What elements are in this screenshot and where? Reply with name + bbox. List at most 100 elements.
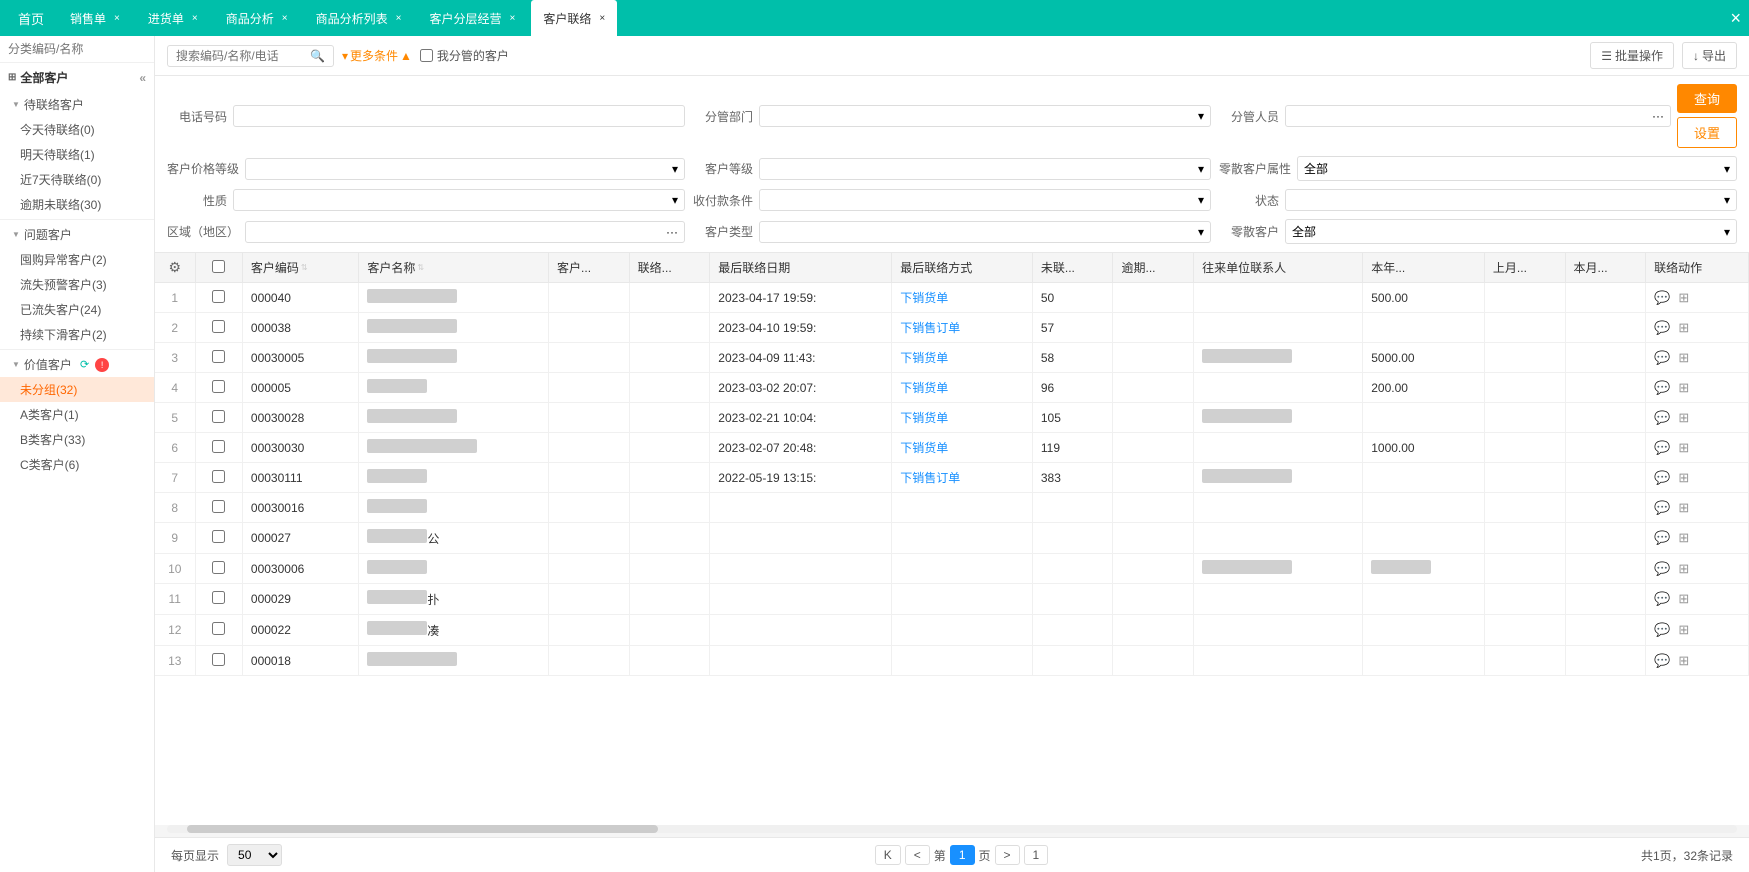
sidebar-group-value[interactable]: ▼ 价值客户 ⟳ ! <box>0 352 154 377</box>
nav-tab-analysis-list-close[interactable]: × <box>396 13 402 24</box>
sidebar-item-churned[interactable]: 已流失客户(24) <box>0 297 154 322</box>
nav-tab-sales[interactable]: 销售单 × <box>58 0 132 36</box>
apps-icon[interactable]: ⊞ <box>1678 320 1689 336</box>
payment-select[interactable]: ▾ <box>759 189 1211 211</box>
apps-icon[interactable]: ⊞ <box>1678 653 1689 669</box>
nature-select[interactable]: ▾ <box>233 189 685 211</box>
apps-icon[interactable]: ⊞ <box>1678 591 1689 607</box>
row-checkbox[interactable] <box>212 561 225 574</box>
nav-tab-analysis-list[interactable]: 商品分析列表 × <box>304 0 414 36</box>
comment-icon[interactable]: 💬 <box>1654 622 1670 638</box>
nav-tab-sales-close[interactable]: × <box>114 13 120 24</box>
row-checkbox[interactable] <box>212 470 225 483</box>
current-page-button[interactable]: 1 <box>950 845 975 865</box>
nav-home[interactable]: 首页 <box>8 0 54 36</box>
apps-icon[interactable]: ⊞ <box>1678 440 1689 456</box>
comment-icon[interactable]: 💬 <box>1654 653 1670 669</box>
retail-attr-select[interactable]: 全部▾ <box>1297 156 1737 181</box>
nav-tab-analysis[interactable]: 商品分析 × <box>214 0 300 36</box>
last-page-button[interactable]: 1 <box>1024 845 1049 865</box>
row-checkbox[interactable] <box>212 530 225 543</box>
sidebar-item-unclassified[interactable]: 未分组(32) <box>0 377 154 402</box>
next-page-button[interactable]: > <box>995 845 1020 865</box>
nav-tab-customer-segment[interactable]: 客户分层经营 × <box>417 0 527 36</box>
sidebar-search-input[interactable] <box>8 42 155 56</box>
comment-icon[interactable]: 💬 <box>1654 380 1670 396</box>
sidebar-item-class-a[interactable]: A类客户(1) <box>0 402 154 427</box>
nav-tab-customer-segment-close[interactable]: × <box>509 13 515 24</box>
sidebar-item-class-c[interactable]: C类客户(6) <box>0 452 154 477</box>
row-checkbox[interactable] <box>212 380 225 393</box>
apps-icon[interactable]: ⊞ <box>1678 470 1689 486</box>
sidebar-item-declining[interactable]: 持续下滑客户(2) <box>0 322 154 347</box>
reset-button[interactable]: 设置 <box>1677 117 1737 148</box>
first-page-button[interactable]: K <box>875 845 901 865</box>
nav-tab-customer-contact[interactable]: 客户联络 × <box>531 0 617 36</box>
page-size-select[interactable]: 50 100 200 <box>227 844 282 866</box>
prev-page-button[interactable]: < <box>905 845 930 865</box>
status-select[interactable]: ▾ <box>1285 189 1737 211</box>
my-customers-checkbox[interactable] <box>420 49 433 62</box>
nav-tab-purchase[interactable]: 进货单 × <box>136 0 210 36</box>
sidebar-group-problem[interactable]: ▼ 问题客户 <box>0 222 154 247</box>
price-level-select[interactable]: ▾ <box>245 158 685 180</box>
row-checkbox[interactable] <box>212 440 225 453</box>
row-checkbox[interactable] <box>212 410 225 423</box>
horizontal-scrollbar[interactable] <box>167 825 1737 833</box>
phone-input[interactable] <box>233 105 685 127</box>
query-button[interactable]: 查询 <box>1677 84 1737 113</box>
last-method-link[interactable]: 下销货单 <box>900 411 948 425</box>
sidebar-collapse-icon[interactable]: « <box>139 71 146 85</box>
customer-type-select[interactable]: ▾ <box>759 221 1211 243</box>
refresh-icon[interactable]: ⟳ <box>80 358 89 371</box>
sidebar-item-today[interactable]: 今天待联络(0) <box>0 117 154 142</box>
comment-icon[interactable]: 💬 <box>1654 561 1670 577</box>
nav-tab-purchase-close[interactable]: × <box>192 13 198 24</box>
apps-icon[interactable]: ⊞ <box>1678 410 1689 426</box>
last-method-link[interactable]: 下销货单 <box>900 351 948 365</box>
comment-icon[interactable]: 💬 <box>1654 530 1670 546</box>
apps-icon[interactable]: ⊞ <box>1678 500 1689 516</box>
sidebar-item-abnormal[interactable]: 囤购异常客户(2) <box>0 247 154 272</box>
export-button[interactable]: ↓ 导出 <box>1682 42 1737 69</box>
apps-icon[interactable]: ⊞ <box>1678 561 1689 577</box>
search-input[interactable] <box>176 49 306 63</box>
retail-customer-select[interactable]: 全部▾ <box>1285 219 1737 244</box>
row-checkbox[interactable] <box>212 350 225 363</box>
sidebar-item-overdue-contact[interactable]: 逾期未联络(30) <box>0 192 154 217</box>
last-method-link[interactable]: 下销售订单 <box>900 321 960 335</box>
row-checkbox[interactable] <box>212 653 225 666</box>
nav-tab-customer-contact-close[interactable]: × <box>599 13 605 24</box>
select-all-checkbox[interactable] <box>212 260 225 273</box>
apps-icon[interactable]: ⊞ <box>1678 290 1689 306</box>
my-customers-filter[interactable]: 我分管的客户 <box>420 47 509 64</box>
apps-icon[interactable]: ⊞ <box>1678 350 1689 366</box>
last-method-link[interactable]: 下销货单 <box>900 291 948 305</box>
manager-select[interactable]: ··· <box>1285 105 1671 127</box>
comment-icon[interactable]: 💬 <box>1654 440 1670 456</box>
row-checkbox[interactable] <box>212 591 225 604</box>
comment-icon[interactable]: 💬 <box>1654 320 1670 336</box>
last-method-link[interactable]: 下销售订单 <box>900 471 960 485</box>
comment-icon[interactable]: 💬 <box>1654 290 1670 306</box>
batch-ops-button[interactable]: ☰ 批量操作 <box>1590 42 1674 69</box>
scrollbar-thumb[interactable] <box>187 825 658 833</box>
customer-level-select[interactable]: ▾ <box>759 158 1211 180</box>
comment-icon[interactable]: 💬 <box>1654 500 1670 516</box>
dept-select[interactable]: ▾ <box>759 105 1211 127</box>
sidebar-item-churn-warning[interactable]: 流失预警客户(3) <box>0 272 154 297</box>
row-checkbox[interactable] <box>212 500 225 513</box>
window-close-icon[interactable]: × <box>1730 8 1741 29</box>
sidebar-group-pending[interactable]: ▼ 待联络客户 <box>0 92 154 117</box>
apps-icon[interactable]: ⊞ <box>1678 622 1689 638</box>
comment-icon[interactable]: 💬 <box>1654 410 1670 426</box>
last-method-link[interactable]: 下销货单 <box>900 381 948 395</box>
sidebar-all-customers[interactable]: ⊞ 全部客户 « <box>0 63 154 92</box>
row-checkbox[interactable] <box>212 622 225 635</box>
sidebar-item-7days[interactable]: 近7天待联络(0) <box>0 167 154 192</box>
region-select[interactable]: ··· <box>245 221 685 243</box>
row-checkbox[interactable] <box>212 320 225 333</box>
search-icon[interactable]: 🔍 <box>310 49 325 63</box>
comment-icon[interactable]: 💬 <box>1654 470 1670 486</box>
sidebar-item-tomorrow[interactable]: 明天待联络(1) <box>0 142 154 167</box>
